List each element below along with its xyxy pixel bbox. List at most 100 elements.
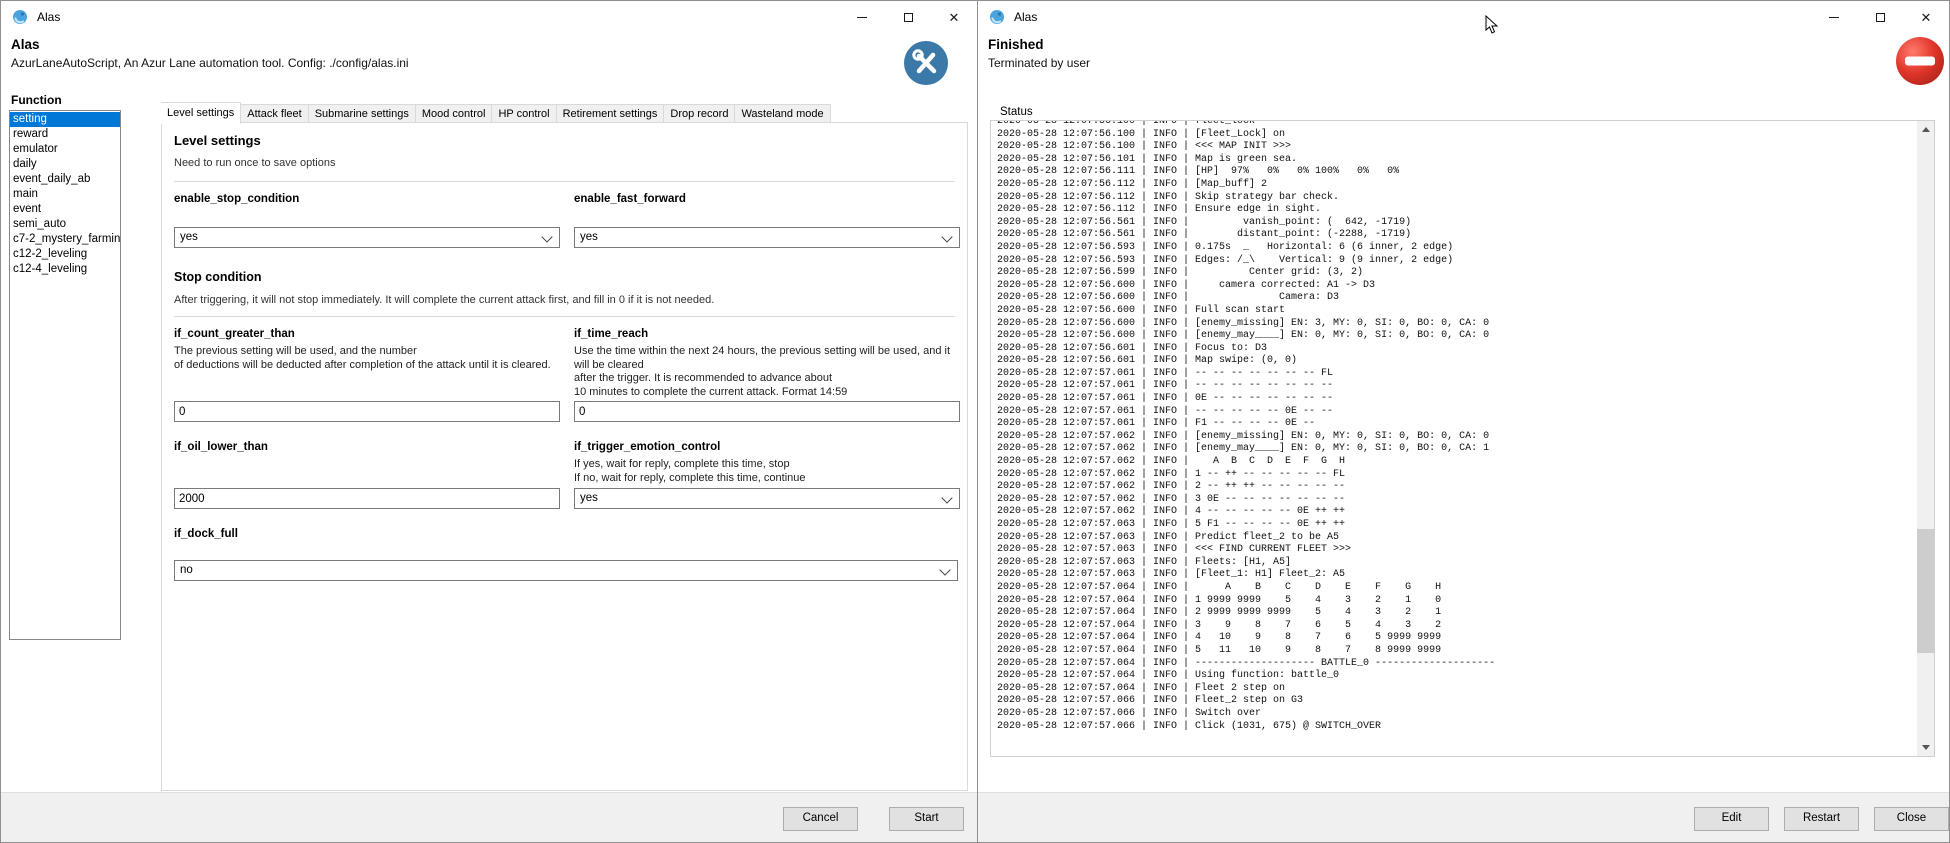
maximize-icon[interactable]	[885, 1, 931, 33]
function-list-item[interactable]: c12-2_leveling	[10, 247, 120, 262]
log-line: 2020-05-28 12:07:57.064 | INFO | Using f…	[997, 670, 1916, 683]
log-line: 2020-05-28 12:07:57.062 | INFO | 3 0E --…	[997, 494, 1916, 507]
tab[interactable]: HP control	[492, 104, 556, 124]
log-line: 2020-05-28 12:07:57.066 | INFO | Switch …	[997, 708, 1916, 721]
log-line: 2020-05-28 12:07:56.600 | INFO | [enemy_…	[997, 318, 1916, 331]
alas-log-window: Alas ✕ Finished Terminated by user Statu…	[977, 0, 1950, 843]
log-line: 2020-05-28 12:07:57.063 | INFO | 5 F1 --…	[997, 519, 1916, 532]
function-list-item[interactable]: event_daily_ab	[10, 172, 120, 187]
log-line: 2020-05-28 12:07:56.561 | INFO | vanish_…	[997, 217, 1916, 230]
log-line: 2020-05-28 12:07:56.112 | INFO | [Map_bu…	[997, 179, 1916, 192]
function-list-item[interactable]: setting	[10, 112, 120, 127]
function-list-item[interactable]: daily	[10, 157, 120, 172]
log-line: 2020-05-28 12:07:56.601 | INFO | Map swi…	[997, 355, 1916, 368]
log-line: 2020-05-28 12:07:57.063 | INFO | <<< FIN…	[997, 544, 1916, 557]
select-value: no	[180, 564, 193, 576]
start-button[interactable]: Start	[889, 807, 964, 831]
window-title: Alas	[1014, 10, 1037, 24]
log-line: 2020-05-28 12:07:57.063 | INFO | Fleets:…	[997, 557, 1916, 570]
chevron-down-icon	[941, 492, 952, 503]
log-line: 2020-05-28 12:07:56.100 | INFO | fleet_l…	[997, 120, 1916, 129]
select-enable-stop-condition[interactable]: yes	[174, 227, 560, 248]
tab[interactable]: Retirement settings	[557, 104, 665, 124]
log-line: 2020-05-28 12:07:56.100 | INFO | <<< MAP…	[997, 141, 1916, 154]
help-if-count-greater-than: The previous setting will be used, and t…	[174, 345, 566, 372]
log-line: 2020-05-28 12:07:56.561 | INFO | distant…	[997, 229, 1916, 242]
function-list-item[interactable]: reward	[10, 127, 120, 142]
input-if-count-greater-than[interactable]	[174, 401, 560, 422]
scroll-down-icon[interactable]	[1917, 739, 1934, 756]
stop-sign-icon	[1894, 35, 1946, 87]
tab[interactable]: Submarine settings	[309, 104, 416, 124]
tools-icon	[904, 41, 948, 85]
window-title: Alas	[37, 10, 60, 24]
function-list[interactable]: settingrewardemulatordailyevent_daily_ab…	[9, 110, 121, 640]
log-line: 2020-05-28 12:07:57.062 | INFO | [enemy_…	[997, 443, 1916, 456]
close-icon[interactable]: ✕	[931, 1, 977, 33]
log-line: 2020-05-28 12:07:56.601 | INFO | Focus t…	[997, 343, 1916, 356]
input-if-oil-lower-than[interactable]	[174, 488, 560, 509]
log-line: 2020-05-28 12:07:57.066 | INFO | Fleet_2…	[997, 695, 1916, 708]
log-line: 2020-05-28 12:07:57.062 | INFO | A B C D…	[997, 456, 1916, 469]
log-line: 2020-05-28 12:07:57.066 | INFO | Click (…	[997, 721, 1916, 734]
select-if-dock-full[interactable]: no	[174, 560, 958, 581]
log-line: 2020-05-28 12:07:56.100 | INFO | [Fleet_…	[997, 129, 1916, 142]
desktop: Alas ✕ Alas AzurLaneAutoScript, An Azur …	[0, 0, 1950, 843]
log-line: 2020-05-28 12:07:57.062 | INFO | 1 -- ++…	[997, 469, 1916, 482]
log-line: 2020-05-28 12:07:57.061 | INFO | -- -- -…	[997, 406, 1916, 419]
log-output: 2020-05-28 12:07:56.100 | INFO | fleet_l…	[997, 120, 1916, 733]
label-if-time-reach: if_time_reach	[574, 328, 648, 340]
titlebar-right[interactable]: Alas ✕	[978, 1, 1949, 33]
select-enable-fast-forward[interactable]: yes	[574, 227, 960, 248]
maximize-icon[interactable]	[1857, 1, 1903, 33]
label-if-trigger-emotion-control: if_trigger_emotion_control	[574, 441, 720, 453]
scrollbar-thumb[interactable]	[1917, 529, 1934, 653]
alas-app-icon	[989, 9, 1005, 25]
alas-config-window: Alas ✕ Alas AzurLaneAutoScript, An Azur …	[0, 0, 978, 843]
minimize-icon[interactable]	[1811, 1, 1857, 33]
chevron-down-icon	[939, 564, 950, 575]
cancel-button[interactable]: Cancel	[783, 807, 858, 831]
chevron-down-icon	[541, 231, 552, 242]
tab[interactable]: Level settings	[161, 102, 241, 124]
window-controls: ✕	[839, 1, 977, 33]
select-if-trigger-emotion-control[interactable]: yes	[574, 488, 960, 509]
tab-content-panel: Level settings Need to run once to save …	[161, 122, 968, 791]
window-controls: ✕	[1811, 1, 1949, 33]
function-list-item[interactable]: c7-2_mystery_farming	[10, 232, 120, 247]
divider	[174, 316, 955, 317]
log-scrollbar[interactable]	[1917, 121, 1934, 756]
close-icon[interactable]: ✕	[1903, 1, 1949, 33]
label-if-count-greater-than: if_count_greater_than	[174, 328, 295, 340]
function-list-item[interactable]: main	[10, 187, 120, 202]
settings-tabbar: Level settingsAttack fleetSubmarine sett…	[161, 102, 831, 124]
edit-button[interactable]: Edit	[1694, 807, 1769, 831]
log-line: 2020-05-28 12:07:56.112 | INFO | Skip st…	[997, 192, 1916, 205]
restart-button[interactable]: Restart	[1784, 807, 1859, 831]
log-line: 2020-05-28 12:07:57.064 | INFO | -------…	[997, 658, 1916, 671]
log-line: 2020-05-28 12:07:57.064 | INFO | 3 9 8 7…	[997, 620, 1916, 633]
log-line: 2020-05-28 12:07:57.061 | INFO | 0E -- -…	[997, 393, 1916, 406]
tab[interactable]: Drop record	[664, 104, 735, 124]
select-value: yes	[580, 492, 598, 504]
function-list-item[interactable]: emulator	[10, 142, 120, 157]
function-list-item[interactable]: c12-4_leveling	[10, 262, 120, 277]
log-line: 2020-05-28 12:07:56.593 | INFO | Edges: …	[997, 255, 1916, 268]
function-panel-label: Function	[11, 93, 62, 107]
function-list-item[interactable]: event	[10, 202, 120, 217]
log-line: 2020-05-28 12:07:56.599 | INFO | Center …	[997, 267, 1916, 280]
tab[interactable]: Attack fleet	[241, 104, 308, 124]
tab[interactable]: Wasteland mode	[735, 104, 830, 124]
titlebar-left[interactable]: Alas ✕	[1, 1, 977, 33]
minimize-icon[interactable]	[839, 1, 885, 33]
function-list-item[interactable]: semi_auto	[10, 217, 120, 232]
log-line: 2020-05-28 12:07:56.593 | INFO | 0.175s …	[997, 242, 1916, 255]
label-if-oil-lower-than: if_oil_lower_than	[174, 441, 268, 453]
input-if-time-reach[interactable]	[574, 401, 960, 422]
log-line: 2020-05-28 12:07:56.600 | INFO | [enemy_…	[997, 330, 1916, 343]
select-value: yes	[580, 231, 598, 243]
scroll-up-icon[interactable]	[1917, 121, 1934, 138]
log-line: 2020-05-28 12:07:56.600 | INFO | camera …	[997, 280, 1916, 293]
tab[interactable]: Mood control	[416, 104, 493, 124]
close-button[interactable]: Close	[1874, 807, 1949, 831]
